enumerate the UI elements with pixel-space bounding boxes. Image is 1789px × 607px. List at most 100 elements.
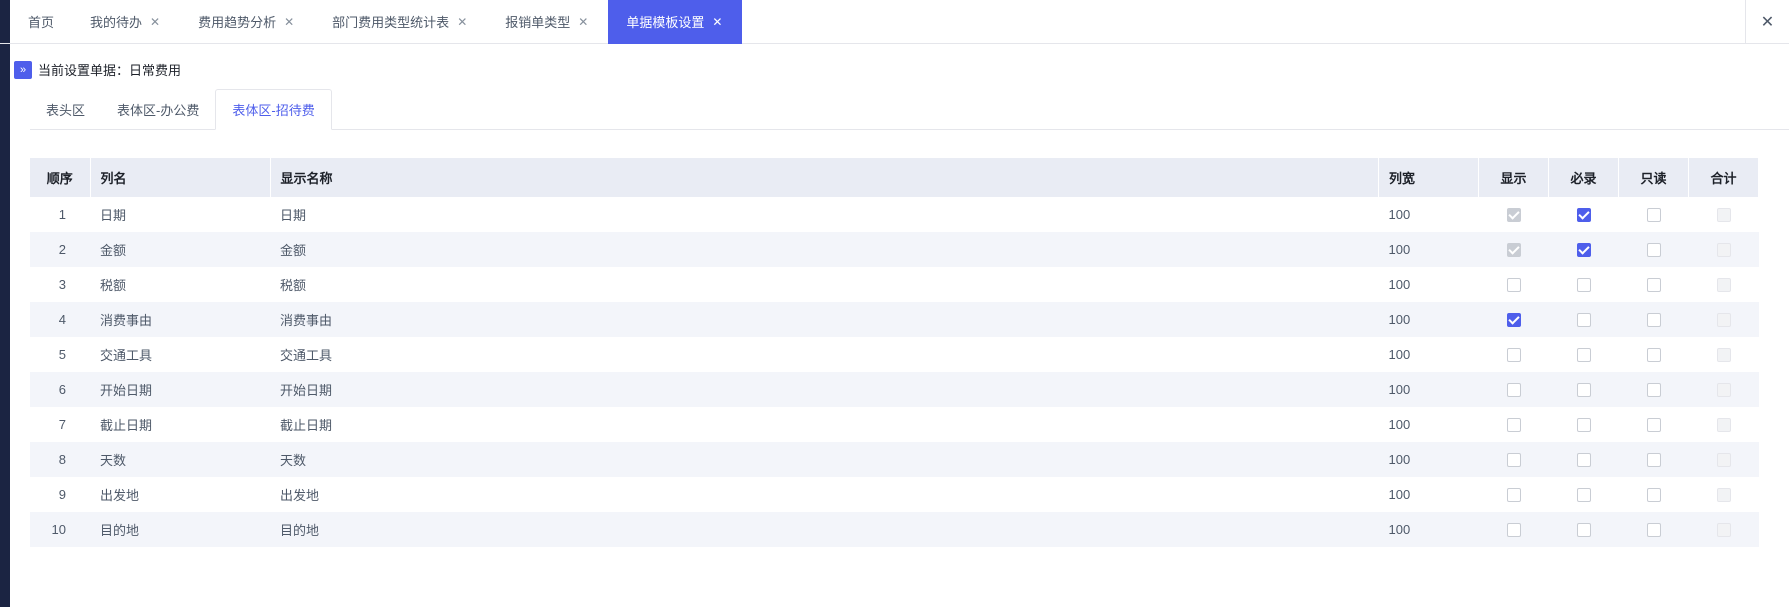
cell-display: 开始日期: [270, 372, 1379, 407]
checkbox-required[interactable]: [1577, 523, 1591, 537]
cell-name: 开始日期: [90, 372, 270, 407]
checkbox-total: [1717, 523, 1731, 537]
checkbox-show[interactable]: [1507, 383, 1521, 397]
checkbox-show: [1507, 208, 1521, 222]
checkbox-show[interactable]: [1507, 418, 1521, 432]
checkbox-total: [1717, 453, 1731, 467]
cell-seq: 1: [30, 197, 90, 232]
close-icon[interactable]: ✕: [148, 15, 162, 29]
checkbox-required[interactable]: [1577, 488, 1591, 502]
sub-tab[interactable]: 表体区-办公费: [101, 90, 215, 129]
close-icon[interactable]: ✕: [710, 15, 724, 29]
checkbox-readonly-cell: [1619, 372, 1689, 407]
top-tab-label: 首页: [28, 12, 54, 31]
checkbox-readonly[interactable]: [1647, 523, 1661, 537]
cell-width: 100: [1379, 512, 1479, 547]
config-table-wrap: 顺序 列名 显示名称 列宽 显示 必录 只读 合计 1日期日期1002金额金额1…: [0, 130, 1789, 547]
checkbox-total-cell: [1689, 337, 1759, 372]
top-tab[interactable]: 单据模板设置 ✕: [608, 0, 742, 44]
top-tab[interactable]: 报销单类型✕: [487, 0, 608, 44]
setting-label: 当前设置单据：日常费用: [38, 60, 181, 79]
checkbox-readonly-cell: [1619, 232, 1689, 267]
checkbox-required[interactable]: [1577, 313, 1591, 327]
checkbox-show-cell: [1479, 512, 1549, 547]
table-row: 9出发地出发地100: [30, 477, 1759, 512]
checkbox-show-cell: [1479, 267, 1549, 302]
checkbox-required[interactable]: [1577, 418, 1591, 432]
top-tab[interactable]: 费用趋势分析✕: [180, 0, 314, 44]
setting-label-text: 当前设置单据：: [38, 63, 129, 78]
close-icon[interactable]: ✕: [282, 15, 296, 29]
checkbox-readonly[interactable]: [1647, 208, 1661, 222]
checkbox-total: [1717, 348, 1731, 362]
cell-name: 金额: [90, 232, 270, 267]
checkbox-required[interactable]: [1577, 278, 1591, 292]
checkbox-total-cell: [1689, 232, 1759, 267]
cell-width: 100: [1379, 337, 1479, 372]
sub-tab-bar: 表头区表体区-办公费表体区-招待费: [30, 89, 1789, 130]
checkbox-show[interactable]: [1507, 453, 1521, 467]
checkbox-readonly-cell: [1619, 512, 1689, 547]
cell-display: 税额: [270, 267, 1379, 302]
checkbox-total-cell: [1689, 407, 1759, 442]
cell-width: 100: [1379, 197, 1479, 232]
top-tab-label: 部门费用类型统计表: [332, 12, 449, 31]
checkbox-show[interactable]: [1507, 523, 1521, 537]
col-name: 列名: [90, 158, 270, 197]
checkbox-readonly[interactable]: [1647, 488, 1661, 502]
checkbox-readonly[interactable]: [1647, 313, 1661, 327]
checkbox-show-cell: [1479, 197, 1549, 232]
cell-width: 100: [1379, 442, 1479, 477]
checkbox-required[interactable]: [1577, 243, 1591, 257]
col-show: 显示: [1479, 158, 1549, 197]
checkbox-readonly[interactable]: [1647, 348, 1661, 362]
table-row: 4消费事由消费事由100: [30, 302, 1759, 337]
checkbox-required-cell: [1549, 512, 1619, 547]
checkbox-readonly-cell: [1619, 407, 1689, 442]
checkbox-total: [1717, 208, 1731, 222]
checkbox-readonly-cell: [1619, 302, 1689, 337]
checkbox-required[interactable]: [1577, 453, 1591, 467]
checkbox-required[interactable]: [1577, 208, 1591, 222]
cell-display: 截止日期: [270, 407, 1379, 442]
col-required: 必录: [1549, 158, 1619, 197]
setting-bar: » 当前设置单据：日常费用: [0, 44, 1789, 85]
checkbox-required[interactable]: [1577, 383, 1591, 397]
cell-name: 出发地: [90, 477, 270, 512]
top-tab[interactable]: 首页: [10, 0, 72, 44]
checkbox-required-cell: [1549, 267, 1619, 302]
checkbox-required[interactable]: [1577, 348, 1591, 362]
checkbox-readonly[interactable]: [1647, 243, 1661, 257]
cell-name: 消费事由: [90, 302, 270, 337]
checkbox-readonly-cell: [1619, 477, 1689, 512]
sub-tab[interactable]: 表体区-招待费: [215, 89, 331, 130]
checkbox-readonly[interactable]: [1647, 383, 1661, 397]
checkbox-show[interactable]: [1507, 313, 1521, 327]
top-tab-label: 单据模板设置: [626, 12, 704, 31]
cell-display: 天数: [270, 442, 1379, 477]
sub-tab[interactable]: 表头区: [30, 90, 101, 129]
checkbox-show[interactable]: [1507, 348, 1521, 362]
checkbox-readonly[interactable]: [1647, 418, 1661, 432]
table-header-row: 顺序 列名 显示名称 列宽 显示 必录 只读 合计: [30, 158, 1759, 197]
checkbox-total-cell: [1689, 267, 1759, 302]
checkbox-total: [1717, 418, 1731, 432]
expand-icon[interactable]: »: [14, 61, 32, 79]
checkbox-show[interactable]: [1507, 278, 1521, 292]
checkbox-readonly[interactable]: [1647, 278, 1661, 292]
close-icon[interactable]: ✕: [576, 15, 590, 29]
top-tab[interactable]: 我的待办✕: [72, 0, 180, 44]
checkbox-required-cell: [1549, 337, 1619, 372]
checkbox-show-cell: [1479, 407, 1549, 442]
checkbox-readonly[interactable]: [1647, 453, 1661, 467]
col-seq: 顺序: [30, 158, 90, 197]
cell-width: 100: [1379, 267, 1479, 302]
checkbox-show-cell: [1479, 372, 1549, 407]
cell-display: 金额: [270, 232, 1379, 267]
checkbox-show[interactable]: [1507, 488, 1521, 502]
table-row: 10目的地目的地100: [30, 512, 1759, 547]
close-icon[interactable]: ✕: [455, 15, 469, 29]
close-all-icon[interactable]: ✕: [1745, 0, 1789, 44]
top-tab[interactable]: 部门费用类型统计表 ✕: [314, 0, 487, 44]
cell-name: 税额: [90, 267, 270, 302]
